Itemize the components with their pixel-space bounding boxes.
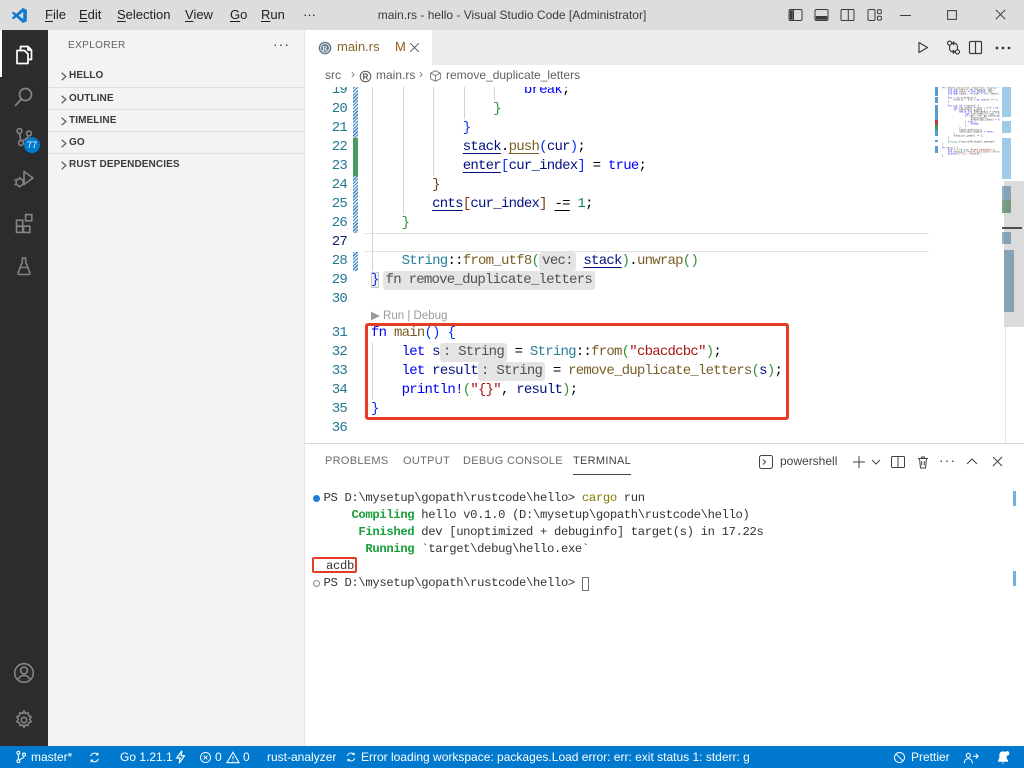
svg-text:R: R	[322, 44, 328, 53]
svg-text:R: R	[363, 72, 369, 81]
